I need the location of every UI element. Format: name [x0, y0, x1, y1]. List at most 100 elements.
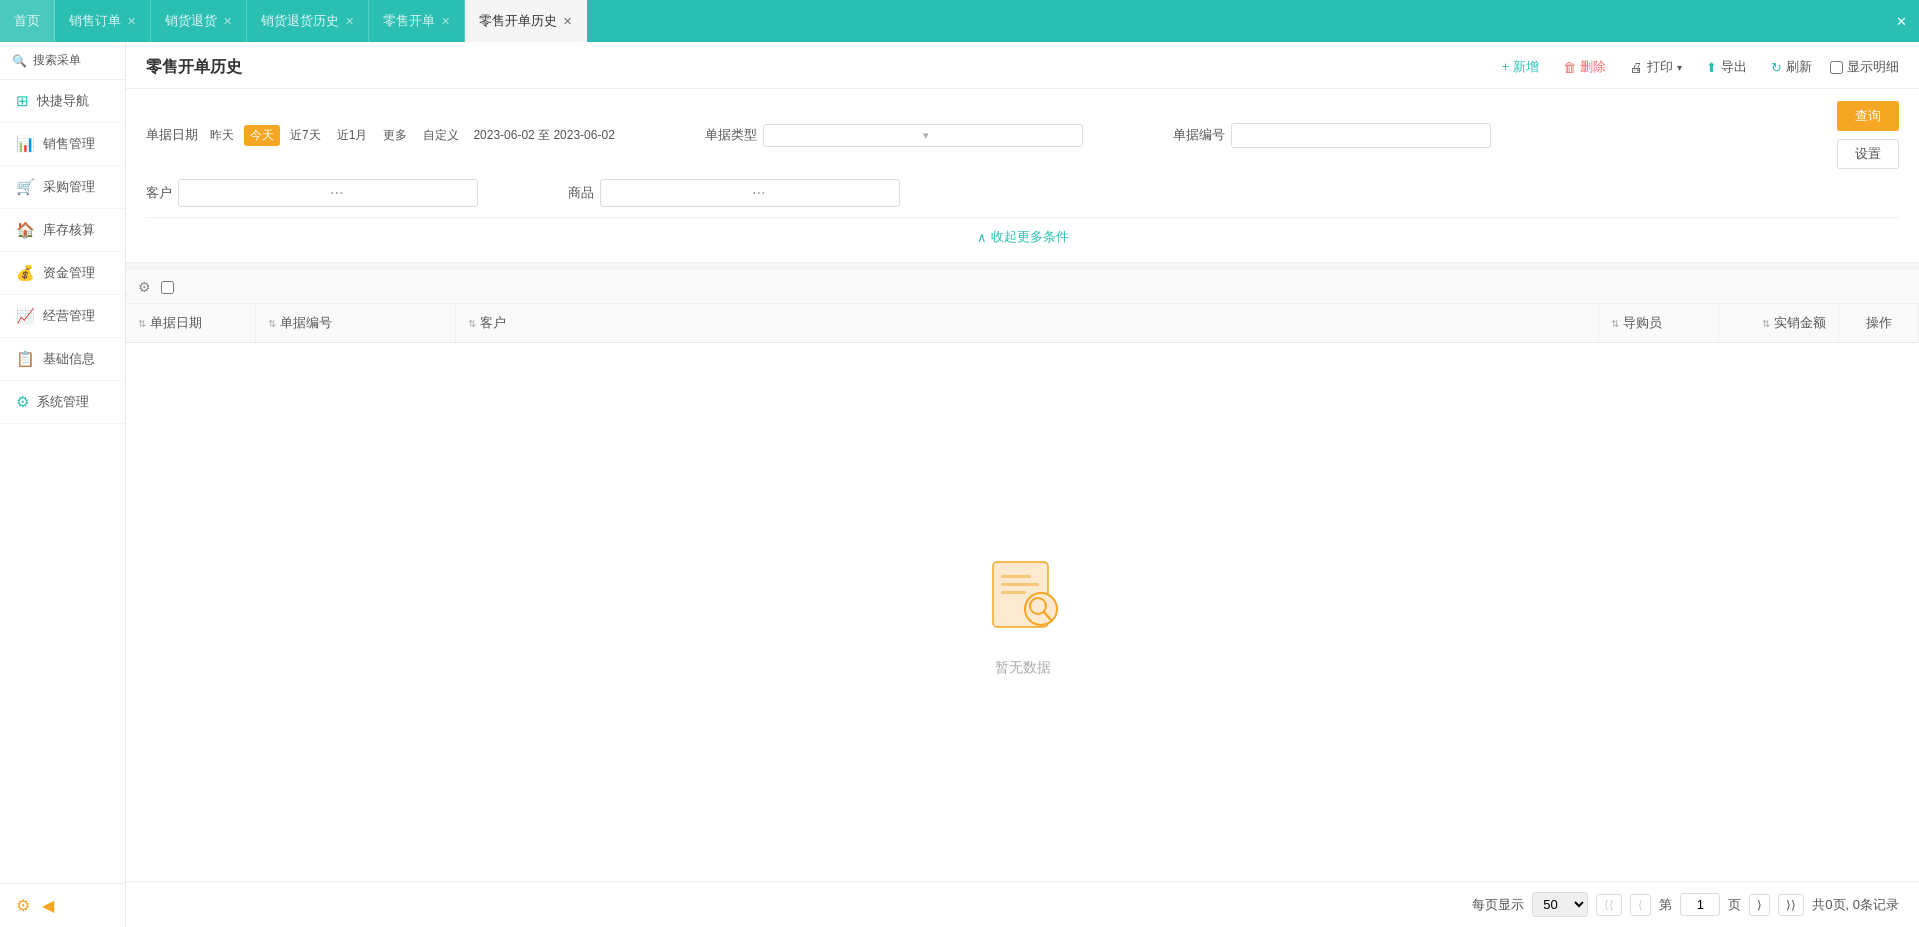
- refresh-icon: ↻: [1771, 60, 1782, 75]
- tab-bar: 首页 销售订单 ✕ 销货退货 ✕ 销货退货历史 ✕ 零售开单 ✕ 零售开单历史 …: [0, 0, 1919, 42]
- bill-type-label: 单据类型: [705, 126, 757, 144]
- product-select[interactable]: ···: [600, 179, 900, 207]
- svg-rect-2: [1001, 583, 1039, 586]
- sidebar-item-operations-label: 经营管理: [43, 307, 95, 325]
- th-amount: ⇅ 实销金额: [1719, 304, 1839, 342]
- collapse-up-icon: ∧: [977, 230, 987, 245]
- pagination: 每页显示 50 10 20 100 ⟨⟨ ⟨ 第 页 ⟩ ⟩⟩ 共0页, 0条记…: [126, 881, 1919, 927]
- search-icon: 🔍: [12, 54, 27, 68]
- shortcut-last7[interactable]: 近7天: [284, 125, 327, 146]
- collapse-filter-button[interactable]: ∧ 收起更多条件: [977, 224, 1069, 250]
- content-area: 零售开单历史 + 新增 🗑 删除 🖨 打印 ▾ ⬆ 导出: [126, 42, 1919, 927]
- sidebar-item-sales-mgmt[interactable]: 📊 销售管理: [0, 123, 125, 166]
- table-header: ⇅ 单据日期 ⇅ 单据编号 ⇅ 客户 ⇅ 导购员 ⇅ 实销金额: [126, 304, 1919, 343]
- sort-guide-icon[interactable]: ⇅: [1611, 318, 1619, 329]
- export-button-label: 导出: [1721, 58, 1747, 76]
- shortcut-more[interactable]: 更多: [377, 125, 413, 146]
- page-title: 零售开单历史: [146, 57, 242, 78]
- sidebar-settings-icon[interactable]: ⚙: [16, 896, 30, 915]
- empty-text: 暂无数据: [995, 659, 1051, 677]
- th-action: 操作: [1839, 304, 1919, 342]
- bill-no-filter-group: 单据编号: [1173, 123, 1491, 148]
- prev-page-button[interactable]: ⟨: [1630, 894, 1651, 916]
- customer-dots-icon[interactable]: ···: [330, 184, 469, 202]
- shortcut-today[interactable]: 今天: [244, 125, 280, 146]
- sidebar-item-inventory[interactable]: 🏠 库存核算: [0, 209, 125, 252]
- sidebar-search[interactable]: 🔍 搜索采单: [0, 42, 125, 80]
- main-layout: 🔍 搜索采单 ⊞ 快捷导航 📊 销售管理 🛒 采购管理 🏠 库存核算 💰 资金管…: [0, 42, 1919, 927]
- tab-retail-open-close[interactable]: ✕: [441, 15, 450, 28]
- app-close-button[interactable]: ✕: [1883, 0, 1919, 42]
- per-page-select[interactable]: 50 10 20 100: [1532, 892, 1588, 917]
- show-detail-toggle[interactable]: 显示明细: [1830, 58, 1899, 76]
- shortcut-last-month[interactable]: 近1月: [331, 125, 374, 146]
- sidebar-bottom: ⚙ ◀: [0, 883, 125, 927]
- print-dropdown-icon: ▾: [1677, 62, 1682, 73]
- tab-sales-order-close[interactable]: ✕: [127, 15, 136, 28]
- customer-filter-group: 客户 ···: [146, 179, 478, 207]
- tab-retail-open[interactable]: 零售开单 ✕: [369, 0, 465, 42]
- sort-billno-icon[interactable]: ⇅: [268, 318, 276, 329]
- tab-sales-return-history[interactable]: 销货退货历史 ✕: [247, 0, 369, 42]
- sidebar-item-inventory-label: 库存核算: [43, 221, 95, 239]
- bill-no-input[interactable]: [1231, 123, 1491, 148]
- quick-nav-icon: ⊞: [16, 92, 29, 110]
- tab-sales-return-close[interactable]: ✕: [223, 15, 232, 28]
- table-settings-icon[interactable]: ⚙: [138, 279, 151, 295]
- tab-sales-order[interactable]: 销售订单 ✕: [55, 0, 151, 42]
- show-detail-checkbox[interactable]: [1830, 61, 1843, 74]
- add-button[interactable]: + 新增: [1496, 54, 1545, 80]
- bill-type-select[interactable]: ▾: [763, 124, 1083, 147]
- th-customer: ⇅ 客户: [456, 304, 1599, 342]
- sort-amount-icon[interactable]: ⇅: [1762, 318, 1770, 329]
- tab-sales-return[interactable]: 销货退货 ✕: [151, 0, 247, 42]
- sidebar-item-basics[interactable]: 📋 基础信息: [0, 338, 125, 381]
- tab-sales-return-label: 销货退货: [165, 12, 217, 30]
- collapse-label: 收起更多条件: [991, 228, 1069, 246]
- tab-home-label: 首页: [14, 12, 40, 30]
- th-amount-label: 实销金额: [1774, 314, 1826, 332]
- print-button[interactable]: 🖨 打印 ▾: [1624, 54, 1688, 80]
- sort-customer-icon[interactable]: ⇅: [468, 318, 476, 329]
- tab-retail-history[interactable]: 零售开单历史 ✕: [465, 0, 587, 42]
- sidebar-item-quick-nav-label: 快捷导航: [37, 92, 89, 110]
- bill-no-label: 单据编号: [1173, 126, 1225, 144]
- print-button-label: 打印: [1647, 58, 1673, 76]
- query-button[interactable]: 查询: [1837, 101, 1899, 131]
- refresh-button[interactable]: ↻ 刷新: [1765, 54, 1818, 80]
- table-toolbar: ⚙: [126, 271, 1919, 304]
- sidebar-item-system[interactable]: ⚙ 系统管理: [0, 381, 125, 424]
- tab-home[interactable]: 首页: [0, 0, 55, 42]
- sidebar-item-quick-nav[interactable]: ⊞ 快捷导航: [0, 80, 125, 123]
- last-page-button[interactable]: ⟩⟩: [1778, 894, 1804, 916]
- purchase-mgmt-icon: 🛒: [16, 178, 35, 196]
- export-button[interactable]: ⬆ 导出: [1700, 54, 1753, 80]
- select-all-checkbox[interactable]: [161, 281, 174, 294]
- sidebar-item-purchase-mgmt[interactable]: 🛒 采购管理: [0, 166, 125, 209]
- shortcut-custom[interactable]: 自定义: [417, 125, 465, 146]
- settings-button[interactable]: 设置: [1837, 139, 1899, 169]
- sidebar-item-sales-mgmt-label: 销售管理: [43, 135, 95, 153]
- tab-sales-return-history-close[interactable]: ✕: [345, 15, 354, 28]
- export-icon: ⬆: [1706, 60, 1717, 75]
- sort-date-icon[interactable]: ⇅: [138, 318, 146, 329]
- customer-select[interactable]: ···: [178, 179, 478, 207]
- date-label: 单据日期: [146, 126, 198, 144]
- current-page-input[interactable]: [1680, 893, 1720, 916]
- delete-button[interactable]: 🗑 删除: [1557, 54, 1612, 80]
- product-dots-icon[interactable]: ···: [752, 184, 891, 202]
- next-page-button[interactable]: ⟩: [1749, 894, 1770, 916]
- empty-state: 暂无数据: [126, 343, 1919, 881]
- shortcut-yesterday[interactable]: 昨天: [204, 125, 240, 146]
- th-customer-label: 客户: [480, 314, 506, 332]
- basics-icon: 📋: [16, 350, 35, 368]
- tab-retail-history-close[interactable]: ✕: [563, 15, 572, 28]
- filter-row-1: 单据日期 昨天 今天 近7天 近1月 更多 自定义 2023-06-02 至 2…: [146, 101, 1899, 169]
- sales-mgmt-icon: 📊: [16, 135, 35, 153]
- sidebar-collapse-icon[interactable]: ◀: [42, 896, 54, 915]
- product-filter-group: 商品 ···: [568, 179, 900, 207]
- sidebar-item-finance[interactable]: 💰 资金管理: [0, 252, 125, 295]
- sidebar-item-operations[interactable]: 📈 经营管理: [0, 295, 125, 338]
- total-info: 共0页, 0条记录: [1812, 896, 1899, 914]
- first-page-button[interactable]: ⟨⟨: [1596, 894, 1622, 916]
